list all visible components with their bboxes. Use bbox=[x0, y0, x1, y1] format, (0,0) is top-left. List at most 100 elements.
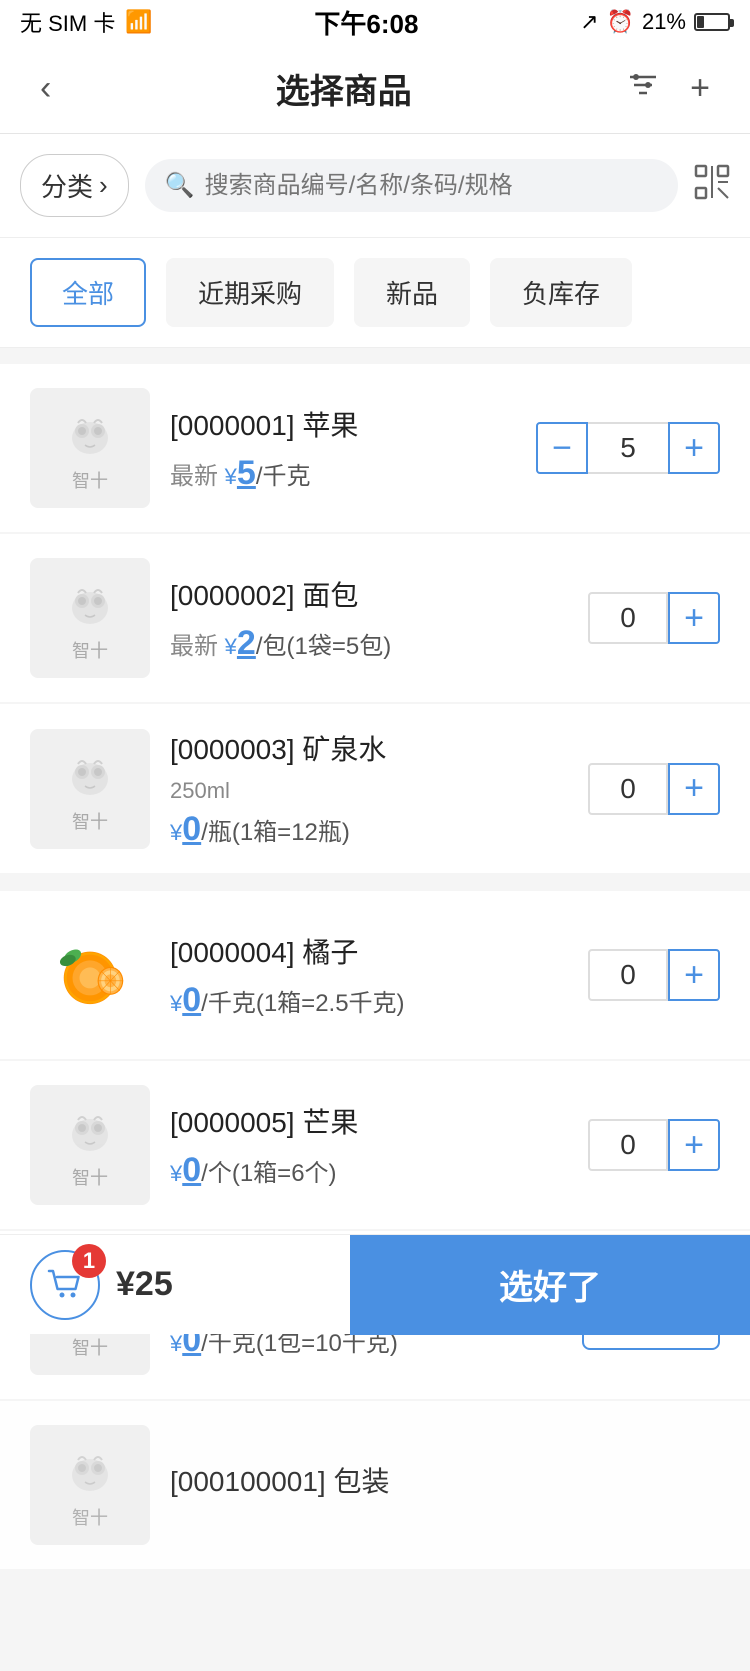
category-button[interactable]: 分类 › bbox=[20, 154, 129, 217]
price-prefix: 最新 bbox=[170, 463, 218, 490]
confirm-button[interactable]: 选好了 bbox=[350, 1235, 750, 1335]
tab-recent[interactable]: 近期采购 bbox=[166, 258, 334, 327]
price-value: 0 bbox=[182, 1151, 201, 1189]
price-unit: /包(1袋=5包) bbox=[256, 633, 391, 660]
wifi-icon: 📶 bbox=[125, 9, 152, 35]
tab-all[interactable]: 全部 bbox=[30, 258, 146, 327]
list-item: 智十 [0000005] 芒果 ¥0/个(1箱=6个) 0 + bbox=[0, 1061, 750, 1229]
orange-illustration bbox=[55, 940, 125, 1010]
list-item: 智十 [0000002] 面包 最新 ¥2/包(1袋=5包) 0 + bbox=[0, 534, 750, 702]
battery-label: 21% bbox=[642, 9, 686, 35]
owl-placeholder: 智十 bbox=[60, 744, 120, 834]
quantity-display: 0 bbox=[588, 592, 668, 644]
qty-increase-button[interactable]: + bbox=[668, 592, 720, 644]
nav-bar: ‹ 选择商品 + bbox=[0, 44, 750, 134]
list-item: [0000004] 橘子 ¥0/千克(1箱=2.5千克) 0 + bbox=[0, 891, 750, 1059]
owl-placeholder: 智十 bbox=[60, 1440, 120, 1530]
price-value: 2 bbox=[237, 624, 256, 662]
product-info-0000001: [0000001] 苹果 最新 ¥5/千克 bbox=[170, 404, 516, 493]
product-image-0000003: 智十 bbox=[30, 729, 150, 849]
product-name: [0000005] 芒果 bbox=[170, 1101, 568, 1141]
cart-total: ¥25 bbox=[116, 1265, 173, 1304]
owl-placeholder: 智十 bbox=[60, 1100, 120, 1190]
qty-decrease-button[interactable]: − bbox=[536, 422, 588, 474]
list-item: 智十 [0000001] 苹果 最新 ¥5/千克 − + bbox=[0, 364, 750, 532]
quantity-control-0000001: − + bbox=[536, 422, 720, 474]
quantity-control-0000004: 0 + bbox=[588, 949, 720, 1001]
scan-icon[interactable] bbox=[694, 164, 730, 208]
product-image-0000005: 智十 bbox=[30, 1085, 150, 1205]
quantity-control-0000005: 0 + bbox=[588, 1119, 720, 1171]
product-image-0000002: 智十 bbox=[30, 558, 150, 678]
nav-right: + bbox=[626, 59, 720, 118]
search-row: 分类 › 🔍 bbox=[0, 134, 750, 238]
qty-increase-button[interactable]: + bbox=[668, 763, 720, 815]
yen-symbol: ¥ bbox=[225, 464, 237, 489]
product-name: [0000003] 矿泉水 bbox=[170, 728, 568, 768]
qty-increase-button[interactable]: + bbox=[668, 1119, 720, 1171]
product-price: ¥0/个(1箱=6个) bbox=[170, 1151, 568, 1190]
filter-button[interactable] bbox=[626, 68, 660, 109]
product-info-0000003: [0000003] 矿泉水 250ml ¥0/瓶(1箱=12瓶) bbox=[170, 728, 568, 849]
quantity-control-0000002: 0 + bbox=[588, 592, 720, 644]
quantity-display: 0 bbox=[588, 949, 668, 1001]
yen-symbol: ¥ bbox=[170, 1161, 182, 1186]
product-price: 最新 ¥2/包(1袋=5包) bbox=[170, 624, 568, 663]
filter-tabs: 全部 近期采购 新品 负库存 bbox=[0, 238, 750, 348]
search-icon: 🔍 bbox=[165, 171, 195, 200]
chevron-right-icon: › bbox=[99, 170, 108, 201]
add-button[interactable]: + bbox=[680, 59, 720, 118]
bottom-spacer bbox=[0, 1571, 750, 1671]
status-time: 下午6:08 bbox=[314, 4, 418, 41]
nav-left: ‹ bbox=[30, 59, 61, 118]
yen-symbol: ¥ bbox=[170, 820, 182, 845]
product-list: 智十 [0000001] 苹果 最新 ¥5/千克 − + bbox=[0, 364, 750, 1671]
product-info-0000002: [0000002] 面包 最新 ¥2/包(1袋=5包) bbox=[170, 574, 568, 663]
product-spec: 250ml bbox=[170, 778, 568, 804]
product-price: ¥0/瓶(1箱=12瓶) bbox=[170, 810, 568, 849]
back-button[interactable]: ‹ bbox=[30, 59, 61, 118]
price-unit: /个(1箱=6个) bbox=[201, 1160, 336, 1187]
price-unit: /千克(1箱=2.5千克) bbox=[201, 990, 404, 1017]
price-prefix: 最新 bbox=[170, 633, 218, 660]
price-value: 5 bbox=[237, 454, 256, 492]
product-info-000100001: [000100001] 包装 bbox=[170, 1460, 720, 1510]
list-item: 智十 [000100001] 包装 bbox=[0, 1401, 750, 1569]
tab-new[interactable]: 新品 bbox=[354, 258, 470, 327]
quantity-input[interactable] bbox=[588, 422, 668, 474]
product-image-0000004 bbox=[30, 915, 150, 1035]
product-image-0000001: 智十 bbox=[30, 388, 150, 508]
product-image-000100001: 智十 bbox=[30, 1425, 150, 1545]
cart-button[interactable]: 1 bbox=[30, 1250, 100, 1320]
owl-placeholder: 智十 bbox=[60, 573, 120, 663]
bottom-bar: 1 ¥25 选好了 bbox=[0, 1234, 750, 1334]
owl-placeholder: 智十 bbox=[60, 403, 120, 493]
list-item: 智十 [0000003] 矿泉水 250ml ¥0/瓶(1箱=12瓶) 0 + bbox=[0, 704, 750, 873]
yen-symbol: ¥ bbox=[170, 1331, 182, 1356]
cart-section: 1 ¥25 bbox=[0, 1250, 350, 1320]
page-title: 选择商品 bbox=[276, 64, 412, 113]
separator bbox=[0, 348, 750, 364]
qty-increase-button[interactable]: + bbox=[668, 422, 720, 474]
quantity-display: 0 bbox=[588, 763, 668, 815]
tab-negative[interactable]: 负库存 bbox=[490, 258, 632, 327]
qty-increase-button[interactable]: + bbox=[668, 949, 720, 1001]
product-name: [0000002] 面包 bbox=[170, 574, 568, 614]
yen-symbol: ¥ bbox=[170, 991, 182, 1016]
yen-symbol: ¥ bbox=[225, 634, 237, 659]
product-name: [0000001] 苹果 bbox=[170, 404, 516, 444]
carrier-label: 无 SIM 卡 bbox=[20, 6, 115, 38]
alarm-icon: ⏰ bbox=[607, 9, 634, 35]
quantity-control-0000003: 0 + bbox=[588, 763, 720, 815]
status-right: ↗ ⏰ 21% bbox=[580, 9, 730, 35]
quantity-display: 0 bbox=[588, 1119, 668, 1171]
product-info-0000005: [0000005] 芒果 ¥0/个(1箱=6个) bbox=[170, 1101, 568, 1190]
separator bbox=[0, 875, 750, 891]
product-info-0000004: [0000004] 橘子 ¥0/千克(1箱=2.5千克) bbox=[170, 931, 568, 1020]
battery-icon bbox=[694, 13, 730, 31]
price-unit: /瓶(1箱=12瓶) bbox=[201, 819, 350, 846]
search-input[interactable] bbox=[205, 172, 658, 200]
status-left: 无 SIM 卡 📶 bbox=[20, 6, 153, 38]
product-price: 最新 ¥5/千克 bbox=[170, 454, 516, 493]
search-box: 🔍 bbox=[145, 159, 678, 212]
